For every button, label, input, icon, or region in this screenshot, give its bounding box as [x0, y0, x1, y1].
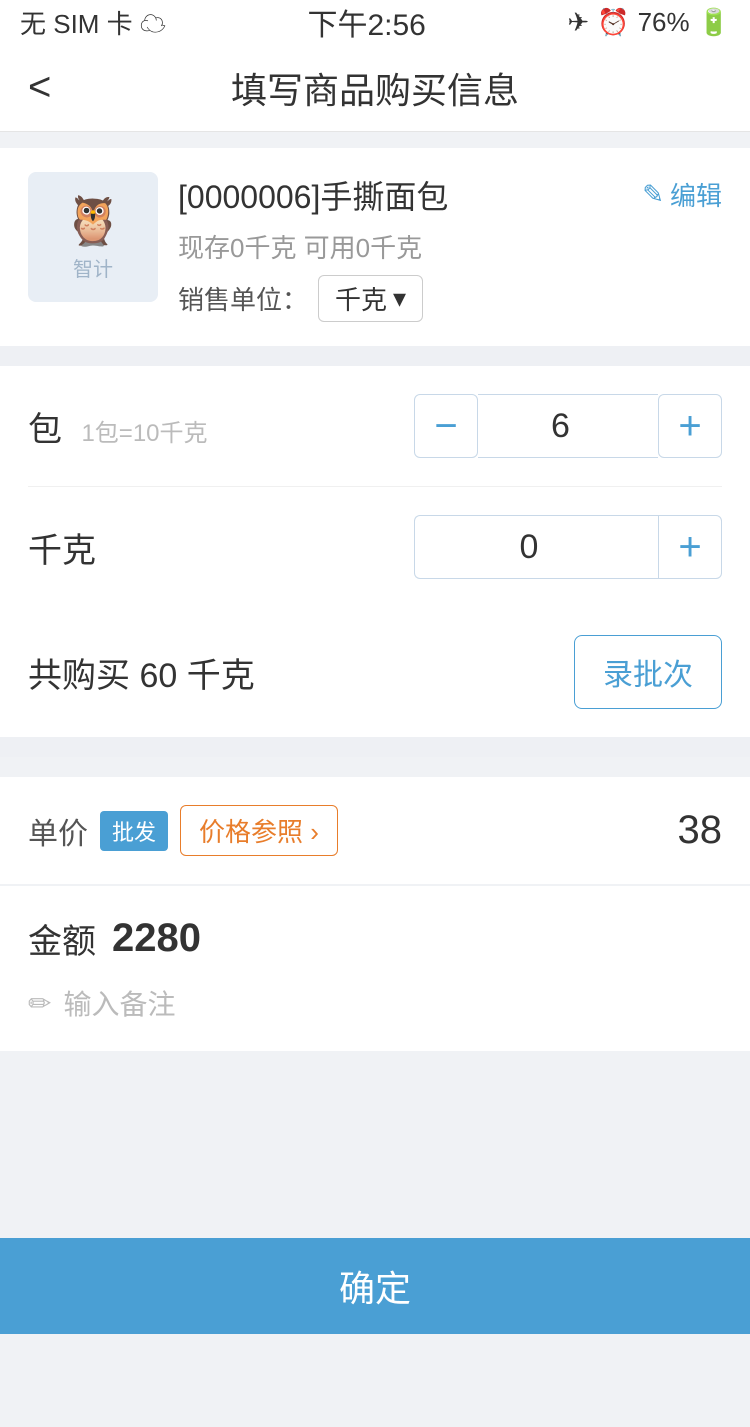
package-increase-button[interactable]: + [658, 394, 722, 458]
price-value: 38 [678, 808, 723, 853]
price-reference-button[interactable]: 价格参照 › [180, 805, 338, 856]
notes-placeholder[interactable]: 输入备注 [63, 983, 175, 1023]
product-unit-row: 销售单位： 千克 ▾ [178, 275, 722, 322]
total-section: 共购买 60 千克 录批次 [0, 607, 750, 737]
status-left: 无 SIM 卡 ☁ [20, 4, 166, 41]
kilogram-row: 千克 + [28, 487, 722, 607]
section-divider-1 [0, 346, 750, 366]
kilogram-controls: + [414, 515, 722, 579]
package-row: 包 1包=10千克 − + [28, 366, 722, 487]
amount-section: 金额 2280 ✏ 输入备注 [0, 886, 750, 1051]
price-type-badge: 批发 [100, 811, 168, 851]
edit-icon: ✎ [642, 179, 664, 210]
package-input[interactable] [478, 394, 658, 458]
product-stock: 现存0千克 可用0千克 [178, 228, 722, 265]
unit-dropdown-icon: ▾ [393, 283, 406, 314]
confirm-button[interactable]: 确定 [0, 1238, 750, 1334]
section-divider-2 [0, 737, 750, 757]
kilogram-input[interactable] [414, 515, 658, 579]
batch-button[interactable]: 录批次 [574, 635, 722, 709]
status-bar: 无 SIM 卡 ☁ 下午2:56 ✈ ⏰ 76% 🔋 [0, 0, 750, 44]
notes-row[interactable]: ✏ 输入备注 [28, 983, 722, 1023]
amount-label: 金额 [28, 914, 96, 963]
sim-status: 无 SIM 卡 ☁ [20, 4, 166, 41]
kilogram-increase-button[interactable]: + [658, 515, 722, 579]
back-button[interactable]: < [28, 65, 51, 110]
unit-selector[interactable]: 千克 ▾ [318, 275, 423, 322]
package-decrease-button[interactable]: − [414, 394, 478, 458]
unit-label: 销售单位： [178, 280, 308, 317]
price-section: 单价 批发 价格参照 › 38 [0, 777, 750, 884]
package-hint: 1包=10千克 [81, 420, 207, 447]
status-right: ✈ ⏰ 76% 🔋 [567, 7, 730, 38]
product-name: [0000006]手撕面包 [178, 172, 722, 218]
product-thumb-icon: 🦉 [63, 192, 123, 249]
amount-row: 金额 2280 [28, 914, 722, 963]
main-content: 🦉 智计 [0000006]手撕面包 现存0千克 可用0千克 销售单位： 千克 … [0, 148, 750, 1427]
amount-value: 2280 [112, 916, 201, 961]
unit-price-label: 单价 [28, 809, 88, 853]
quantity-section: 包 1包=10千克 − + 千克 + [0, 366, 750, 607]
page-title: 填写商品购买信息 [231, 62, 519, 114]
product-thumb-brand: 智计 [73, 253, 113, 282]
product-info: [0000006]手撕面包 现存0千克 可用0千克 销售单位： 千克 ▾ [178, 172, 722, 322]
unit-value: 千克 [335, 280, 387, 317]
alarm-icon: ⏰ [597, 7, 629, 38]
product-thumbnail: 🦉 智计 [28, 172, 158, 302]
battery-level: 76% [638, 7, 690, 38]
product-card: 🦉 智计 [0000006]手撕面包 现存0千克 可用0千克 销售单位： 千克 … [0, 148, 750, 346]
package-controls: − + [414, 394, 722, 458]
battery-icon: 🔋 [698, 7, 730, 38]
kilogram-label: 千克 [28, 523, 414, 572]
price-left: 单价 批发 价格参照 › [28, 805, 338, 856]
nav-bar: < 填写商品购买信息 [0, 44, 750, 132]
pencil-icon: ✏ [28, 987, 51, 1020]
location-icon: ✈ [567, 7, 589, 38]
status-time: 下午2:56 [307, 0, 425, 44]
package-label: 包 1包=10千克 [28, 402, 414, 451]
edit-button[interactable]: ✎ 编辑 [642, 176, 722, 213]
total-label: 共购买 60 千克 [28, 648, 255, 697]
edit-label: 编辑 [670, 176, 722, 213]
